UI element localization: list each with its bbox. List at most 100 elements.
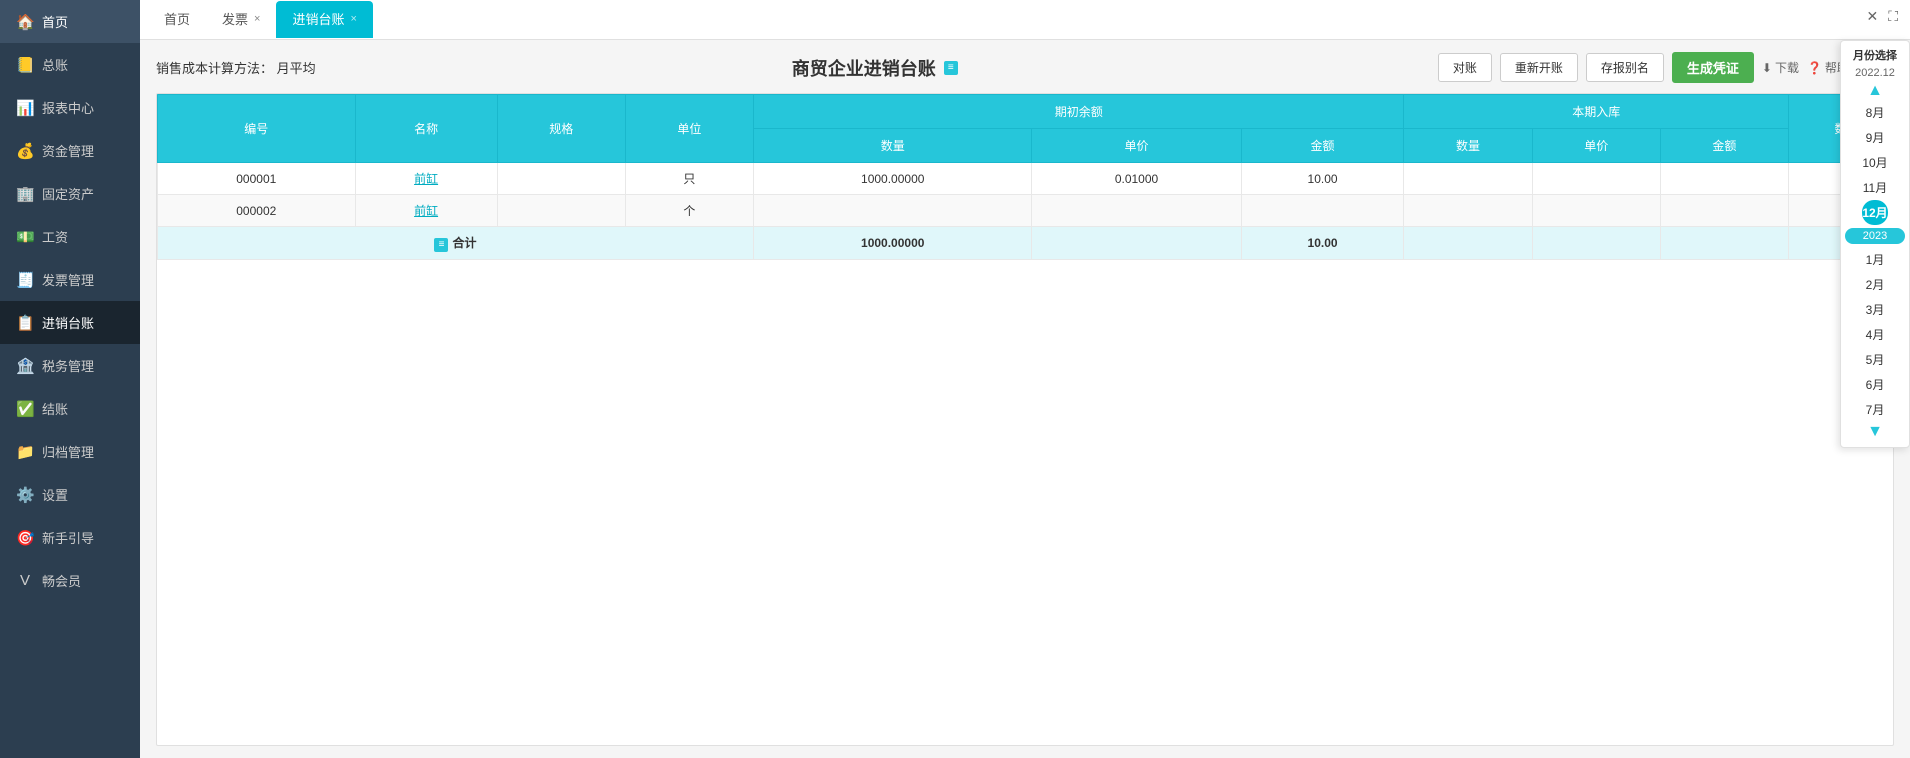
sidebar-item-invoice-mgmt[interactable]: 🧾 发票管理	[0, 258, 140, 301]
month-item-2023-5月[interactable]: 5月	[1866, 347, 1885, 372]
sidebar-item-tax[interactable]: 🏦 税务管理	[0, 344, 140, 387]
scroll-up-button[interactable]: ▲	[1845, 81, 1905, 100]
sidebar-label-member: 畅会员	[42, 571, 81, 590]
table-row: 000002 前缸 个	[158, 195, 1893, 227]
sidebar-icon-tax: 🏦	[16, 357, 34, 375]
cell-opening-qty	[753, 195, 1031, 227]
sidebar-label-guide: 新手引导	[42, 528, 94, 547]
name-link[interactable]: 前缸	[414, 204, 438, 218]
toolbar-buttons: 对账 重新开账 存报别名 生成凭证 ⬇ 下载 ❓ 帮助 ↺ 刷新	[1438, 52, 1894, 83]
month-item-2022-9月[interactable]: 9月	[1862, 125, 1887, 150]
cell-inbound-amount	[1660, 163, 1788, 195]
cost-method-label: 销售成本计算方法： 月平均	[156, 58, 316, 77]
sidebar-label-assets: 固定资产	[42, 184, 94, 203]
tab-label-home: 首页	[164, 9, 190, 28]
col-name: 名称	[355, 95, 497, 163]
sidebar-label-reports: 报表中心	[42, 98, 94, 117]
col-spec: 规格	[497, 95, 625, 163]
tab-bar: 首页发票×进销台账×	[140, 0, 1910, 40]
cell-code: 000001	[158, 163, 356, 195]
tab-home[interactable]: 首页	[148, 1, 206, 38]
month-item-2022-11月[interactable]: 11月	[1862, 175, 1887, 200]
sidebar-icon-purchase-sale: 📋	[16, 314, 34, 332]
col-opening-balance: 期初余额	[753, 95, 1403, 129]
sidebar-item-purchase-sale[interactable]: 📋 进销台账	[0, 301, 140, 344]
sidebar-icon-settings: ⚙️	[16, 486, 34, 504]
sidebar-item-assets[interactable]: 🏢固定资产	[0, 172, 140, 215]
total-label: ≡合计	[158, 227, 754, 260]
month-item-2023-6月[interactable]: 6月	[1866, 372, 1885, 397]
sidebar-item-archive[interactable]: 📁 归档管理	[0, 430, 140, 473]
month-item-2023-7月[interactable]: 7月	[1866, 397, 1885, 422]
sidebar-icon-invoice-mgmt: 🧾	[16, 271, 34, 289]
tab-purchase-sale[interactable]: 进销台账×	[276, 1, 372, 38]
note-icon[interactable]: ≡	[944, 61, 958, 75]
sidebar-icon-salary: 💵	[16, 228, 34, 246]
page-title-area: 商贸企业进销台账 ≡	[792, 55, 962, 81]
months-2023: 1月2月3月4月5月6月7月	[1866, 247, 1885, 422]
sidebar-item-reports[interactable]: 📊报表中心	[0, 86, 140, 129]
month-item-2022-12月[interactable]: 12月	[1862, 200, 1887, 225]
sidebar-item-ledger[interactable]: 📒 总账	[0, 43, 140, 86]
sidebar-item-guide[interactable]: 🎯 新手引导	[0, 516, 140, 559]
name-link[interactable]: 前缸	[414, 172, 438, 186]
sidebar-label-ledger: 总账	[42, 55, 68, 74]
tab-close-invoice[interactable]: ×	[254, 13, 260, 25]
scroll-down-button[interactable]: ▼	[1845, 422, 1905, 441]
sidebar-icon-archive: 📁	[16, 443, 34, 461]
sidebar: 🏠首页 📒 总账 📊报表中心💰资金管理🏢固定资产 💵 工资 🧾 发票管理 📋 进销台账 🏦 税务管理 ✅…	[0, 0, 140, 758]
sidebar-item-closing[interactable]: ✅ 结账	[0, 387, 140, 430]
sidebar-icon-ledger: 📒	[16, 56, 34, 74]
save-alias-button[interactable]: 存报别名	[1586, 53, 1664, 82]
month-item-2022-10月[interactable]: 10月	[1862, 150, 1887, 175]
sidebar-label-archive: 归档管理	[42, 442, 94, 461]
cell-inbound-price	[1532, 195, 1660, 227]
content-area: 销售成本计算方法： 月平均 商贸企业进销台账 ≡ 对账 重新开账 存报别名 生成…	[140, 40, 1910, 758]
months-2022: 8月9月10月11月12月	[1862, 100, 1887, 225]
col-inbound-qty: 数量	[1404, 129, 1532, 163]
total-opening-qty: 1000.00000	[753, 227, 1031, 260]
cell-spec	[497, 163, 625, 195]
month-panel: 月份选择 2022.12 ▲ 8月9月10月11月12月 2023 1月2月3月…	[1840, 40, 1910, 448]
month-item-2023-2月[interactable]: 2月	[1866, 272, 1885, 297]
col-opening-price: 单价	[1032, 129, 1241, 163]
sidebar-icon-guide: 🎯	[16, 529, 34, 547]
cost-method-value: 月平均	[277, 61, 316, 76]
help-icon: ❓	[1807, 61, 1822, 75]
main-table-container: 编号 名称 规格 单位 期初余额 本期入库 数 数量 单价 金额 数量 单价	[156, 93, 1894, 746]
month-item-2023-4月[interactable]: 4月	[1866, 322, 1885, 347]
close-window-button[interactable]: ✕	[1866, 8, 1878, 25]
sidebar-item-home[interactable]: 🏠首页	[0, 0, 140, 43]
cell-opening-qty: 1000.00000	[753, 163, 1031, 195]
download-icon: ⬇	[1762, 61, 1772, 75]
sidebar-label-salary: 工资	[42, 227, 68, 246]
sidebar-item-settings[interactable]: ⚙️设置	[0, 473, 140, 516]
sidebar-item-member[interactable]: V畅会员	[0, 559, 140, 602]
cell-code: 000002	[158, 195, 356, 227]
cell-inbound-price	[1532, 163, 1660, 195]
tab-label-invoice: 发票	[222, 9, 248, 28]
sidebar-label-tax: 税务管理	[42, 356, 94, 375]
sidebar-icon-closing: ✅	[16, 400, 34, 418]
sidebar-item-salary[interactable]: 💵 工资	[0, 215, 140, 258]
main-area: ✕ ⛶ 首页发票×进销台账× 销售成本计算方法： 月平均 商贸企业进销台账 ≡ …	[140, 0, 1910, 758]
download-button[interactable]: ⬇ 下载	[1762, 59, 1799, 76]
month-item-2023-1月[interactable]: 1月	[1866, 247, 1885, 272]
info-bar: 销售成本计算方法： 月平均 商贸企业进销台账 ≡ 对账 重新开账 存报别名 生成…	[156, 52, 1894, 83]
sidebar-label-purchase-sale: 进销台账	[42, 313, 94, 332]
tab-invoice[interactable]: 发票 ×	[206, 1, 276, 38]
sidebar-label-invoice-mgmt: 发票管理	[42, 270, 94, 289]
month-item-2022-8月[interactable]: 8月	[1862, 100, 1887, 125]
generate-voucher-button[interactable]: 生成凭证	[1672, 52, 1754, 83]
sidebar-label-closing: 结账	[42, 399, 68, 418]
month-item-2023-3月[interactable]: 3月	[1866, 297, 1885, 322]
match-button[interactable]: 对账	[1438, 53, 1492, 82]
cell-opening-price	[1032, 195, 1241, 227]
maximize-window-button[interactable]: ⛶	[1888, 8, 1898, 25]
tab-close-purchase-sale[interactable]: ×	[350, 13, 356, 25]
month-panel-current-year: 2022.12	[1855, 67, 1895, 79]
sidebar-item-funds[interactable]: 💰资金管理	[0, 129, 140, 172]
table-row: 000001 前缸 只 1000.00000 0.01000 10.00	[158, 163, 1893, 195]
total-opening-amount: 10.00	[1241, 227, 1404, 260]
reopen-button[interactable]: 重新开账	[1500, 53, 1578, 82]
